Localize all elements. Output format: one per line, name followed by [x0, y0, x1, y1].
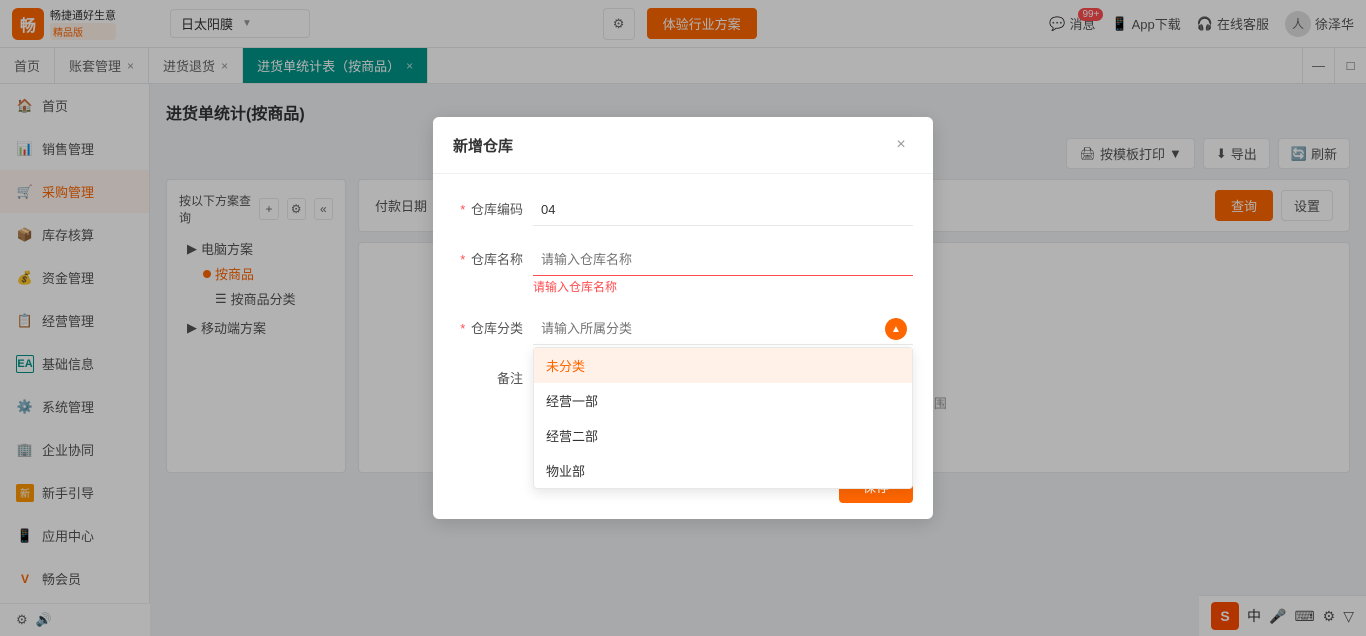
- code-label: * 仓库编码: [453, 194, 533, 226]
- name-label: * 仓库名称: [453, 244, 533, 276]
- category-input[interactable]: [533, 313, 913, 345]
- new-warehouse-modal: 新增仓库 × * 仓库编码 * 仓库名称: [433, 117, 933, 519]
- name-field-row: * 仓库名称 请输入仓库名称: [453, 244, 913, 295]
- code-input[interactable]: [533, 194, 913, 226]
- name-input[interactable]: [533, 244, 913, 276]
- dropdown-item-uncategorized[interactable]: 未分类: [534, 348, 912, 383]
- code-input-wrap: [533, 194, 913, 226]
- name-input-wrap: 请输入仓库名称: [533, 244, 913, 295]
- category-label: * 仓库分类: [453, 313, 533, 345]
- modal-overlay[interactable]: 新增仓库 × * 仓库编码 * 仓库名称: [0, 0, 1366, 636]
- category-dropdown-list: 未分类 经营一部 经营二部 物业部: [533, 347, 913, 489]
- category-field-row: * 仓库分类 ▲ 未分类 经营一部 经营二部 物业部: [453, 313, 913, 345]
- dropdown-item-property[interactable]: 物业部: [534, 453, 912, 488]
- category-dropdown-wrap: ▲ 未分类 经营一部 经营二部 物业部: [533, 313, 913, 345]
- modal-body: * 仓库编码 * 仓库名称 请输入仓库名称: [433, 174, 933, 460]
- note-label: 备注: [453, 363, 533, 395]
- code-field-row: * 仓库编码: [453, 194, 913, 226]
- dropdown-item-dept2[interactable]: 经营二部: [534, 418, 912, 453]
- modal-title: 新增仓库: [453, 135, 513, 156]
- dropdown-arrow-button[interactable]: ▲: [885, 318, 907, 340]
- modal-header: 新增仓库 ×: [433, 117, 933, 174]
- modal-close-button[interactable]: ×: [889, 133, 913, 157]
- dropdown-item-dept1[interactable]: 经营一部: [534, 383, 912, 418]
- name-error-message: 请输入仓库名称: [533, 278, 913, 295]
